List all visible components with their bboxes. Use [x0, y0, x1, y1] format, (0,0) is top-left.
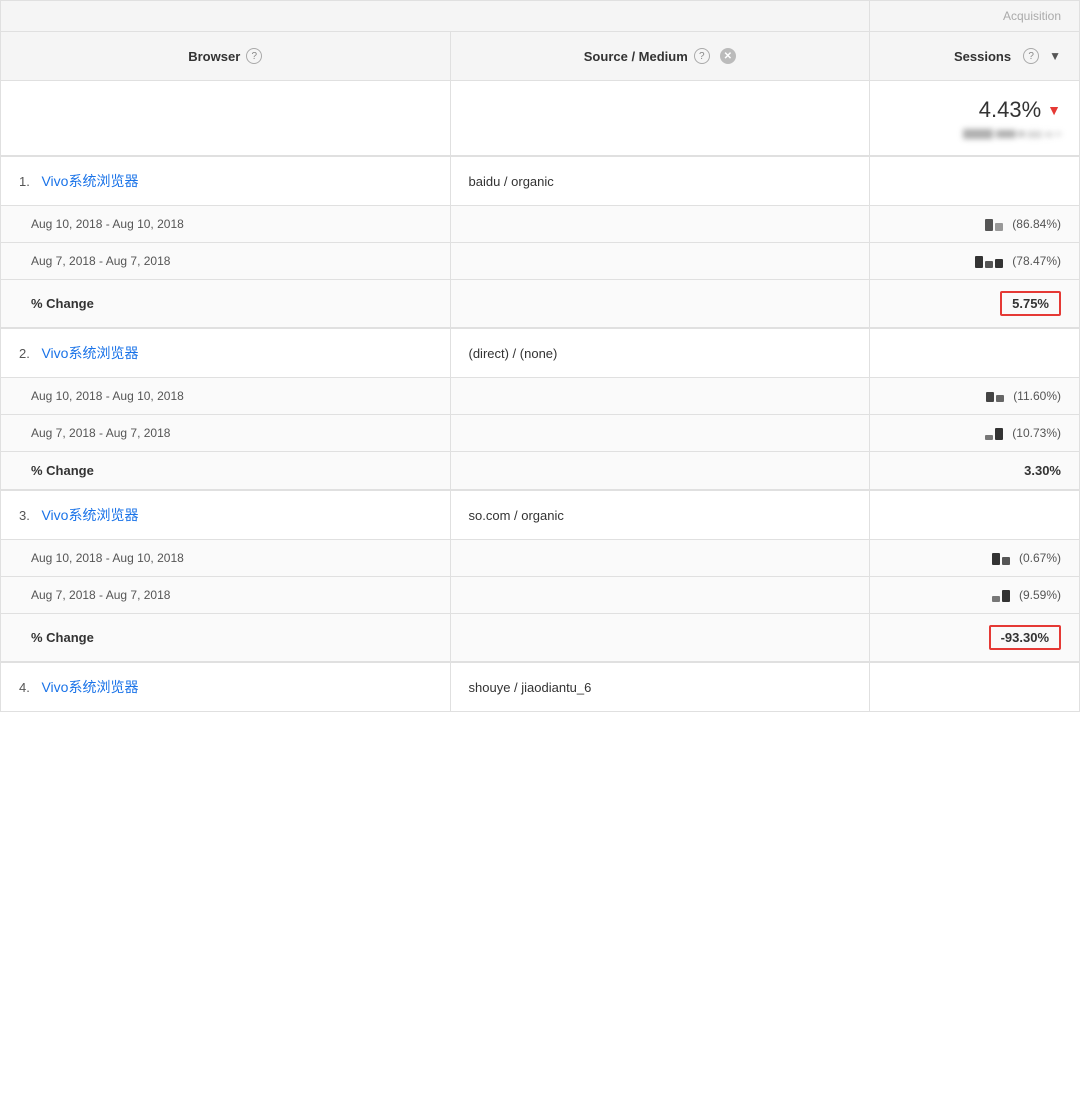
row1-date1-bars — [985, 219, 1003, 231]
row1-browser-cell: 1. Vivo系统浏览器 — [1, 156, 451, 206]
row1-change-highlight: 5.75% — [1000, 291, 1061, 316]
row1-date1-pct: (86.84%) — [1012, 217, 1061, 231]
row2-date1-pct: (11.60%) — [1013, 389, 1061, 403]
row3-date1: Aug 10, 2018 - Aug 10, 2018 (0.67%) — [1, 540, 1080, 577]
row3-browser-cell: 3. Vivo系统浏览器 — [1, 490, 451, 540]
source-header-label: Source / Medium — [584, 49, 688, 64]
sessions-header-label: Sessions — [954, 49, 1011, 64]
table-row: 1. Vivo系统浏览器 baidu / organic — [1, 156, 1080, 206]
row2-date1-label: Aug 10, 2018 - Aug 10, 2018 — [1, 378, 451, 415]
row3-source-cell: so.com / organic — [450, 490, 870, 540]
row1-change: % Change 5.75% — [1, 280, 1080, 329]
table-row: 2. Vivo系统浏览器 (direct) / (none) — [1, 328, 1080, 378]
row3-date2: Aug 7, 2018 - Aug 7, 2018 (9.59%) — [1, 577, 1080, 614]
row2-change-text: 3.30% — [1024, 463, 1061, 478]
row2-change-source — [450, 452, 870, 491]
row2-date1-sessions: (11.60%) — [870, 378, 1080, 415]
row2-date2-sessions: (10.73%) — [870, 415, 1080, 452]
row3-date1-source — [450, 540, 870, 577]
row3-browser-link[interactable]: Vivo系统浏览器 — [41, 507, 138, 523]
summary-browser-cell — [1, 81, 451, 157]
row1-sessions-cell — [870, 156, 1080, 206]
row1-date1: Aug 10, 2018 - Aug 10, 2018 (86.84%) — [1, 206, 1080, 243]
row1-date1-sessions: (86.84%) — [870, 206, 1080, 243]
row1-date2-bars — [975, 256, 1003, 268]
row3-change-value: -93.30% — [870, 614, 1080, 663]
row4-browser-cell: 4. Vivo系统浏览器 — [1, 662, 451, 712]
sessions-help-icon[interactable]: ? — [1023, 48, 1039, 64]
row2-index: 2. — [19, 346, 30, 361]
row2-date1: Aug 10, 2018 - Aug 10, 2018 (11.60%) — [1, 378, 1080, 415]
row1-date1-label: Aug 10, 2018 - Aug 10, 2018 — [1, 206, 451, 243]
browser-help-icon[interactable]: ? — [246, 48, 262, 64]
row2-date2-label: Aug 7, 2018 - Aug 7, 2018 — [1, 415, 451, 452]
row4-index: 4. — [19, 680, 30, 695]
row1-date2-label: Aug 7, 2018 - Aug 7, 2018 — [1, 243, 451, 280]
summary-sessions-cell: 4.43% ▼ — [870, 81, 1080, 157]
row2-change-value: 3.30% — [870, 452, 1080, 491]
row1-date2: Aug 7, 2018 - Aug 7, 2018 (78.47%) — [1, 243, 1080, 280]
row4-source-cell: shouye / jiaodiantu_6 — [450, 662, 870, 712]
row1-date2-sessions: (78.47%) — [870, 243, 1080, 280]
source-help-icon[interactable]: ? — [694, 48, 710, 64]
row2-date2-bars — [985, 428, 1003, 440]
row1-date2-source — [450, 243, 870, 280]
source-close-icon[interactable]: ✕ — [720, 48, 736, 64]
row3-date2-source — [450, 577, 870, 614]
row3-change: % Change -93.30% — [1, 614, 1080, 663]
row2-date2: Aug 7, 2018 - Aug 7, 2018 (10.73%) — [1, 415, 1080, 452]
sessions-sort-icon[interactable]: ▼ — [1049, 49, 1061, 63]
row3-change-highlight: -93.30% — [989, 625, 1061, 650]
row2-sessions-cell — [870, 328, 1080, 378]
row3-date1-sessions: (0.67%) — [870, 540, 1080, 577]
row3-date1-pct: (0.67%) — [1019, 551, 1061, 565]
row3-index: 3. — [19, 508, 30, 523]
row3-date1-label: Aug 10, 2018 - Aug 10, 2018 — [1, 540, 451, 577]
row2-date1-bars — [986, 392, 1004, 402]
row1-change-label: % Change — [1, 280, 451, 329]
table-row: 3. Vivo系统浏览器 so.com / organic — [1, 490, 1080, 540]
summary-bar — [888, 129, 1061, 139]
row2-source-cell: (direct) / (none) — [450, 328, 870, 378]
row1-date1-source — [450, 206, 870, 243]
row3-date1-bars — [992, 553, 1010, 565]
row2-browser-cell: 2. Vivo系统浏览器 — [1, 328, 451, 378]
row1-date2-pct: (78.47%) — [1012, 254, 1061, 268]
row1-source-cell: baidu / organic — [450, 156, 870, 206]
row2-browser-link[interactable]: Vivo系统浏览器 — [41, 345, 138, 361]
acquisition-label: Acquisition — [870, 1, 1080, 32]
row3-date2-sessions: (9.59%) — [870, 577, 1080, 614]
row1-browser-link[interactable]: Vivo系统浏览器 — [41, 173, 138, 189]
row2-date2-source — [450, 415, 870, 452]
row3-date2-bars — [992, 590, 1010, 602]
row1-index: 1. — [19, 174, 30, 189]
table-row: 4. Vivo系统浏览器 shouye / jiaodiantu_6 — [1, 662, 1080, 712]
row2-change-label: % Change — [1, 452, 451, 491]
row1-change-value: 5.75% — [870, 280, 1080, 329]
browser-header-label: Browser — [188, 49, 240, 64]
row3-change-source — [450, 614, 870, 663]
row4-browser-link[interactable]: Vivo系统浏览器 — [41, 679, 138, 695]
row4-sessions-cell — [870, 662, 1080, 712]
row3-date2-pct: (9.59%) — [1019, 588, 1061, 602]
summary-percent-value: 4.43% — [979, 97, 1041, 123]
row3-change-label: % Change — [1, 614, 451, 663]
sessions-header: Sessions ? ▼ — [870, 32, 1080, 81]
row3-date2-label: Aug 7, 2018 - Aug 7, 2018 — [1, 577, 451, 614]
row2-change: % Change 3.30% — [1, 452, 1080, 491]
browser-header: Browser ? — [1, 32, 451, 81]
summary-source-cell — [450, 81, 870, 157]
summary-down-arrow: ▼ — [1047, 102, 1061, 118]
row3-sessions-cell — [870, 490, 1080, 540]
row2-date1-source — [450, 378, 870, 415]
row1-change-source — [450, 280, 870, 329]
row2-date2-pct: (10.73%) — [1012, 426, 1061, 440]
source-header: Source / Medium ? ✕ — [450, 32, 870, 81]
